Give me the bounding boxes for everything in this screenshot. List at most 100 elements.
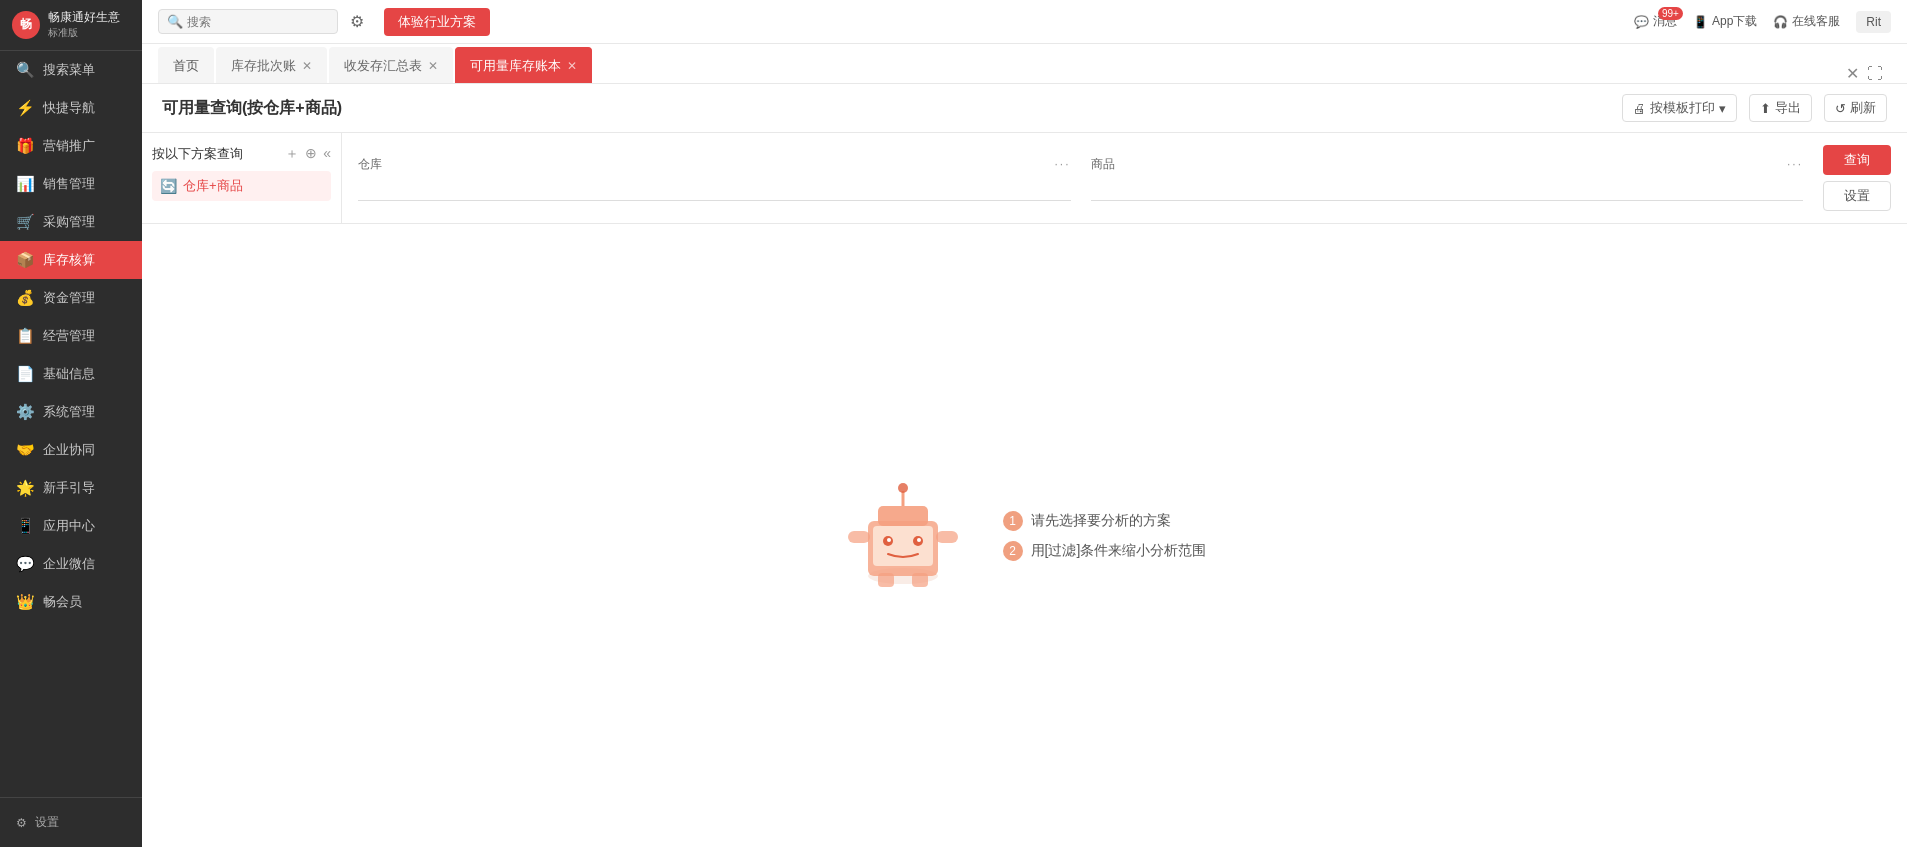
warehouse-dots[interactable]: ··· (1054, 157, 1070, 171)
svg-rect-2 (873, 526, 933, 566)
manage-scheme-btn[interactable]: ⊕ (305, 145, 317, 163)
nav-label-marketing: 营销推广 (43, 137, 95, 155)
empty-hint-1: 1 请先选择要分析的方案 (1003, 511, 1207, 531)
sidebar-item-operation[interactable]: 📋 经营管理 (0, 317, 142, 355)
gear-icon[interactable]: ⚙ (350, 12, 364, 31)
refresh-label: 刷新 (1850, 99, 1876, 117)
settings-btn[interactable]: 设置 (1823, 181, 1891, 211)
nav-icon-enterprise: 🤝 (16, 441, 35, 459)
search-input[interactable] (187, 15, 307, 29)
tab-available[interactable]: 可用量库存账本✕ (455, 47, 592, 83)
content-area: 可用量查询(按仓库+商品) 🖨 按模板打印 ▾ ⬆ 导出 ↺ 刷新 (142, 84, 1907, 847)
sidebar-item-shortcut[interactable]: ⚡ 快捷导航 (0, 89, 142, 127)
sidebar-item-appcenter[interactable]: 📱 应用中心 (0, 507, 142, 545)
sidebar-item-basic[interactable]: 📄 基础信息 (0, 355, 142, 393)
sidebar-item-search[interactable]: 🔍 搜索菜单 (0, 51, 142, 89)
nav-label-inventory: 库存核算 (43, 251, 95, 269)
sidebar-item-guide[interactable]: 🌟 新手引导 (0, 469, 142, 507)
svg-point-9 (898, 483, 908, 493)
sidebar-item-marketing[interactable]: 🎁 营销推广 (0, 127, 142, 165)
goods-label: 商品 ··· (1091, 156, 1804, 173)
nav-icon-system: ⚙️ (16, 403, 35, 421)
user-menu[interactable]: Rit (1856, 11, 1891, 33)
close-tab-btn[interactable]: ✕ (1846, 64, 1859, 83)
sidebar-item-member[interactable]: 👑 畅会员 (0, 583, 142, 621)
brand-icon: 畅 (12, 11, 40, 39)
nav-icon-member: 👑 (16, 593, 35, 611)
nav-label-enterprise: 企业协同 (43, 441, 95, 459)
scheme-item-warehouse-goods[interactable]: 🔄 仓库+商品 (152, 171, 331, 201)
tab-close-batch[interactable]: ✕ (302, 59, 312, 73)
sidebar-item-inventory[interactable]: 📦 库存核算 (0, 241, 142, 279)
nav-icon-sales: 📊 (16, 175, 35, 193)
svg-rect-13 (912, 573, 928, 587)
nav-label-wechat: 企业微信 (43, 555, 95, 573)
page-header: 可用量查询(按仓库+商品) 🖨 按模板打印 ▾ ⬆ 导出 ↺ 刷新 (142, 84, 1907, 133)
tab-corner: ✕ ⛶ (1846, 64, 1891, 83)
nav-icon-purchase: 🛒 (16, 213, 35, 231)
nav-icon-wechat: 💬 (16, 555, 35, 573)
export-icon: ⬆ (1760, 101, 1771, 116)
message-btn[interactable]: 💬 消息 99+ (1634, 13, 1677, 30)
nav-label-basic: 基础信息 (43, 365, 95, 383)
industry-btn[interactable]: 体验行业方案 (384, 8, 490, 36)
template-print-btn[interactable]: 🖨 按模板打印 ▾ (1622, 94, 1737, 122)
goods-input[interactable] (1091, 177, 1804, 201)
sidebar-item-purchase[interactable]: 🛒 采购管理 (0, 203, 142, 241)
app-download-btn[interactable]: 📱 App下载 (1693, 13, 1757, 30)
query-btn[interactable]: 查询 (1823, 145, 1891, 175)
sidebar-item-enterprise[interactable]: 🤝 企业协同 (0, 431, 142, 469)
service-icon: 🎧 (1773, 15, 1788, 29)
empty-hint-2: 2 用[过滤]条件来缩小分析范围 (1003, 541, 1207, 561)
svg-rect-12 (878, 573, 894, 587)
page-title: 可用量查询(按仓库+商品) (162, 98, 342, 119)
tab-summary[interactable]: 收发存汇总表 ✕ (329, 47, 453, 83)
hint-text-2: 用[过滤]条件来缩小分析范围 (1031, 542, 1207, 560)
tab-label-summary: 收发存汇总表 (344, 57, 422, 75)
sidebar-item-sales[interactable]: 📊 销售管理 (0, 165, 142, 203)
empty-text: 1 请先选择要分析的方案 2 用[过滤]条件来缩小分析范围 (1003, 511, 1207, 561)
online-service-btn[interactable]: 🎧 在线客服 (1773, 13, 1840, 30)
empty-illustration (843, 476, 963, 596)
print-icon: 🖨 (1633, 101, 1646, 116)
scheme-label: 仓库+商品 (183, 177, 243, 195)
search-icon: 🔍 (167, 14, 183, 29)
nav-icon-marketing: 🎁 (16, 137, 35, 155)
sidebar-settings-label: 设置 (35, 814, 59, 831)
add-scheme-btn[interactable]: ＋ (285, 145, 299, 163)
refresh-btn[interactable]: ↺ 刷新 (1824, 94, 1887, 122)
main-area: 🔍 ⚙ 体验行业方案 💬 消息 99+ 📱 App下载 🎧 在线客服 Rit (142, 0, 1907, 847)
goods-dots[interactable]: ··· (1787, 157, 1803, 171)
service-label: 在线客服 (1792, 13, 1840, 30)
nav-icon-shortcut: ⚡ (16, 99, 35, 117)
nav-label-appcenter: 应用中心 (43, 517, 95, 535)
empty-inner: 1 请先选择要分析的方案 2 用[过滤]条件来缩小分析范围 (843, 476, 1207, 596)
svg-rect-11 (936, 531, 958, 543)
nav-label-member: 畅会员 (43, 593, 82, 611)
collapse-btn[interactable]: « (323, 145, 331, 163)
topbar-search-box[interactable]: 🔍 (158, 9, 338, 34)
nav-icon-inventory: 📦 (16, 251, 35, 269)
brand-edition: 标准版 (48, 26, 120, 40)
nav-icon-basic: 📄 (16, 365, 35, 383)
tab-label-batch: 库存批次账 (231, 57, 296, 75)
tab-home[interactable]: 首页 (158, 47, 214, 83)
nav-icon-guide: 🌟 (16, 479, 35, 497)
tab-close-summary[interactable]: ✕ (428, 59, 438, 73)
filter-goods: 商品 ··· (1091, 156, 1804, 201)
topbar: 🔍 ⚙ 体验行业方案 💬 消息 99+ 📱 App下载 🎧 在线客服 Rit (142, 0, 1907, 44)
maximize-tab-btn[interactable]: ⛶ (1867, 65, 1883, 83)
sidebar-item-system[interactable]: ⚙️ 系统管理 (0, 393, 142, 431)
tab-label-home: 首页 (173, 57, 199, 75)
export-btn[interactable]: ⬆ 导出 (1749, 94, 1812, 122)
brand-name: 畅康通好生意 (48, 10, 120, 26)
query-left-header: 按以下方案查询 ＋ ⊕ « (152, 145, 331, 163)
tab-batch[interactable]: 库存批次账 ✕ (216, 47, 327, 83)
sidebar-item-wechat[interactable]: 💬 企业微信 (0, 545, 142, 583)
tab-close-available[interactable]: ✕ (567, 59, 577, 73)
sidebar-item-capital[interactable]: 💰 资金管理 (0, 279, 142, 317)
warehouse-input[interactable] (358, 177, 1071, 201)
template-print-label: 按模板打印 (1650, 99, 1715, 117)
sidebar-bottom-item[interactable]: ⚙ 设置 (0, 806, 142, 839)
empty-state: 1 请先选择要分析的方案 2 用[过滤]条件来缩小分析范围 (142, 224, 1907, 847)
